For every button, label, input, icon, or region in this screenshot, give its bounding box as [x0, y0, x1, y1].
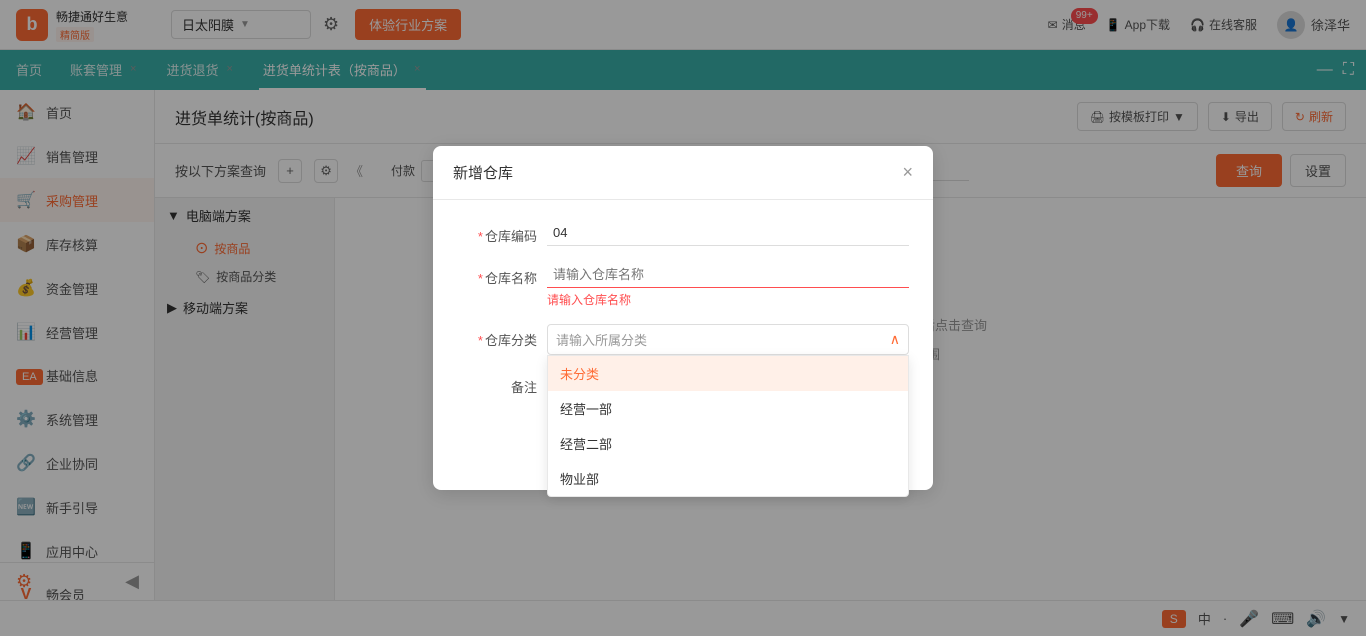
category-placeholder: 请输入所属分类: [556, 330, 647, 349]
name-input-wrap: 请输入仓库名称: [547, 262, 909, 308]
dialog-close-btn[interactable]: ×: [902, 162, 913, 183]
name-error-text: 请输入仓库名称: [547, 291, 909, 308]
form-row-name: 仓库名称 请输入仓库名称: [457, 262, 909, 308]
dropdown-item-2[interactable]: 经营二部: [548, 426, 908, 461]
form-row-category: 仓库分类 请输入所属分类 ∧ 未分类 经营一部 经营二部 物业部: [457, 324, 909, 355]
note-label: 备注: [457, 371, 537, 396]
category-label: 仓库分类: [457, 324, 537, 349]
new-warehouse-dialog: 新增仓库 × 仓库编码 仓库名称 请输入仓库名称 仓库分类: [433, 146, 933, 490]
dialog-title: 新增仓库: [453, 162, 513, 183]
category-select[interactable]: 请输入所属分类 ∧: [547, 324, 909, 355]
category-dropdown: 未分类 经营一部 经营二部 物业部: [547, 355, 909, 497]
form-row-code: 仓库编码: [457, 220, 909, 246]
code-input[interactable]: [547, 220, 909, 246]
dropdown-item-3[interactable]: 物业部: [548, 461, 908, 496]
code-label: 仓库编码: [457, 220, 537, 245]
modal-overlay[interactable]: 新增仓库 × 仓库编码 仓库名称 请输入仓库名称 仓库分类: [0, 0, 1366, 636]
dialog-body: 仓库编码 仓库名称 请输入仓库名称 仓库分类 请输入所属分类: [433, 200, 933, 433]
dialog-header: 新增仓库 ×: [433, 146, 933, 200]
dropdown-item-0[interactable]: 未分类: [548, 356, 908, 391]
name-label: 仓库名称: [457, 262, 537, 287]
category-input-wrap: 请输入所属分类 ∧ 未分类 经营一部 经营二部 物业部: [547, 324, 909, 355]
name-input[interactable]: [547, 262, 909, 288]
code-input-wrap: [547, 220, 909, 246]
category-up-arrow: ∧: [890, 331, 900, 348]
dropdown-item-1[interactable]: 经营一部: [548, 391, 908, 426]
